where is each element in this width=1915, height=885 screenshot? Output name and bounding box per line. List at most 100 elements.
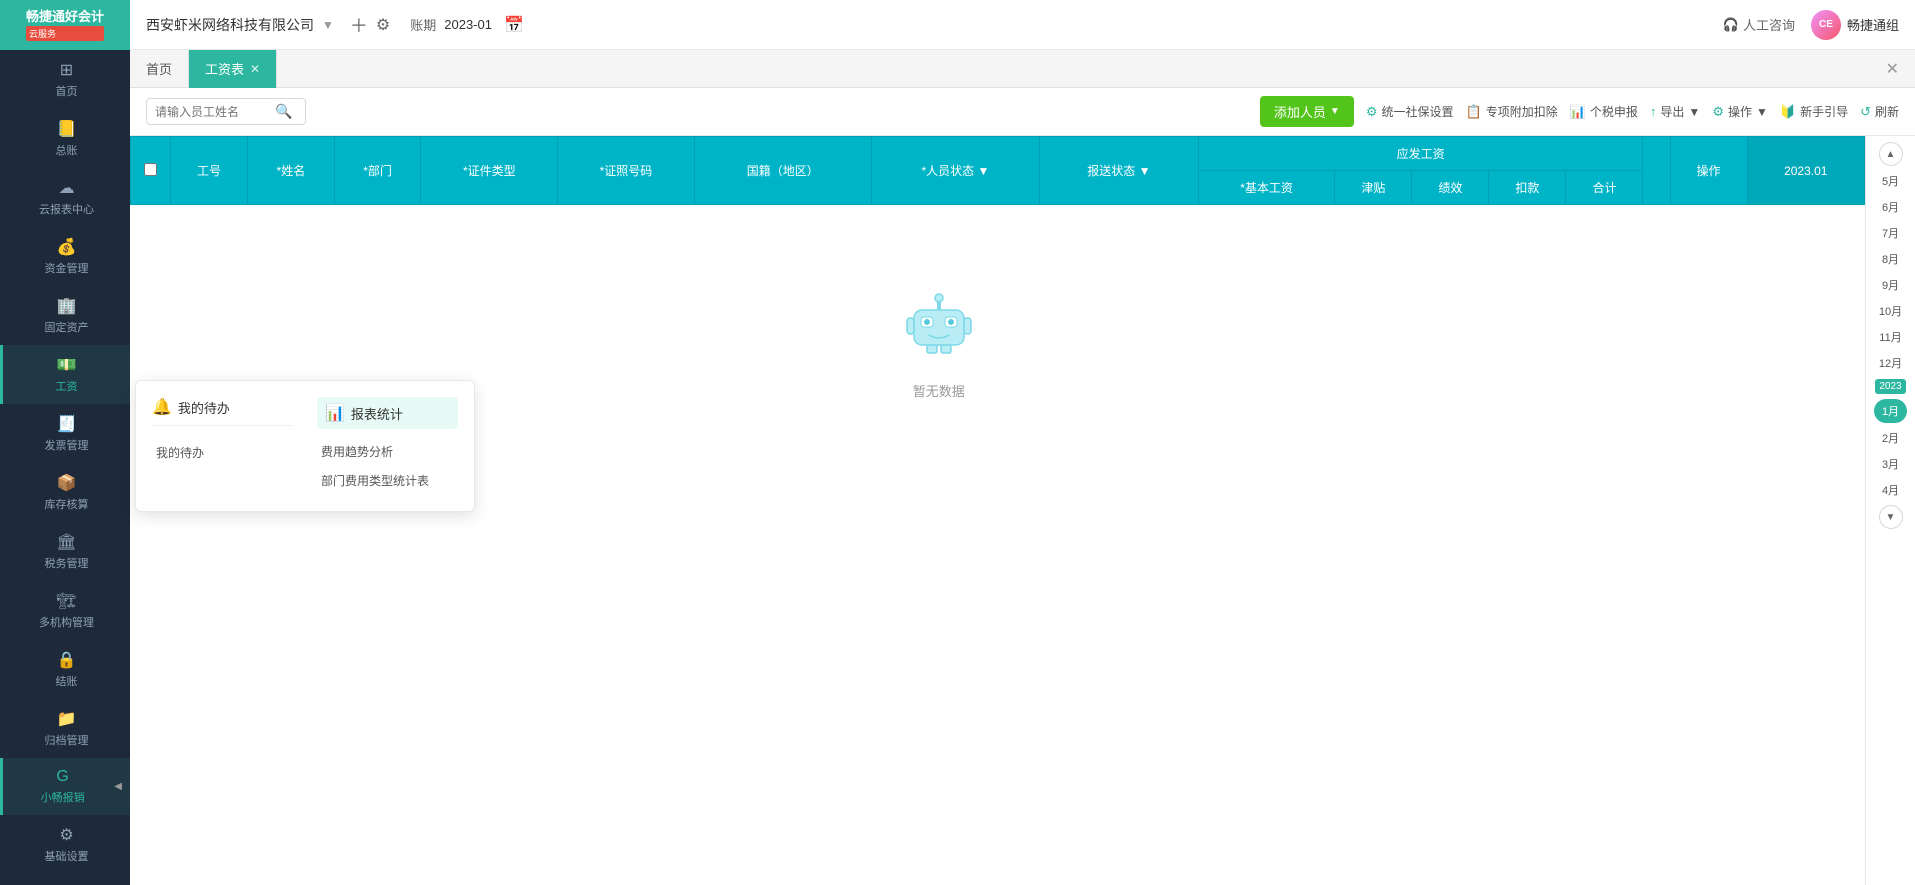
month-item-11[interactable]: 11月 (1866, 324, 1915, 350)
month-item-12[interactable]: 12月 (1866, 350, 1915, 376)
company-settings-button[interactable]: ⚙ (376, 15, 390, 35)
month-nav-up-button[interactable]: ▲ (1879, 142, 1903, 166)
xiaochang-popup: 🔔 我的待办 我的待办 📊 报表统计 费用趋势分析 部门费用类型统计表 (135, 380, 475, 512)
multi-org-icon: 🏗 (56, 591, 76, 611)
operation-action[interactable]: ⚙ 操作 ▼ (1712, 103, 1768, 120)
tab-home[interactable]: 首页 (130, 50, 189, 88)
dept-expense-item[interactable]: 部门费用类型统计表 (317, 466, 458, 495)
expense-trend-item[interactable]: 费用趋势分析 (317, 437, 458, 466)
salary-icon: 💵 (57, 355, 77, 375)
select-all-checkbox[interactable] (144, 163, 157, 176)
guide-action-icon: 🔰 (1780, 104, 1796, 120)
special-deduct-action[interactable]: 📋 专项附加扣除 (1466, 103, 1558, 120)
sidebar-item-basic-settings[interactable]: ⚙ 基础设置 (0, 815, 130, 874)
sidebar-item-salary[interactable]: 💵 工资 (0, 345, 130, 404)
report-status-header: 报送状态 ▼ (1040, 137, 1199, 205)
month-col-header: 2023.01 (1747, 137, 1864, 205)
month-nav-down-button[interactable]: ▼ (1879, 505, 1903, 529)
sidebar-item-cloud-report[interactable]: ☁ 云报表中心 (0, 168, 130, 227)
refresh-label: 刷新 (1875, 103, 1899, 120)
special-deduct-icon: 📋 (1466, 104, 1482, 120)
popup-right-header: 📊 报表统计 (317, 397, 458, 429)
export-dropdown-icon: ▼ (1688, 105, 1700, 119)
cloud-icon: ☁ (59, 178, 75, 198)
tab-salary[interactable]: 工资表 ✕ (189, 50, 277, 88)
month-item-9[interactable]: 9月 (1866, 272, 1915, 298)
tax-report-action[interactable]: 📊 个税申报 (1570, 103, 1638, 120)
tax-report-icon: 📊 (1570, 104, 1586, 120)
month-sidebar: ▲ 5月 6月 7月 8月 9月 10月 11月 12月 2023 1月 2月 … (1865, 136, 1915, 885)
month-item-1-active[interactable]: 1月 (1874, 399, 1907, 423)
deduct-subheader: 扣款 (1489, 171, 1566, 205)
export-label: 导出 (1660, 103, 1684, 120)
sidebar-item-ledger[interactable]: 📒 总账 (0, 109, 130, 168)
report-icon: 📊 (325, 403, 345, 423)
search-button[interactable]: 🔍 (275, 103, 292, 120)
status-header: *人员状态 ▼ (871, 137, 1039, 205)
closing-icon: 🔒 (57, 650, 77, 670)
top-bar-right: 🎧 人工咨询 CE 畅捷通组 (1723, 10, 1899, 40)
sidebar-item-fixed-assets[interactable]: 🏢 固定资产 (0, 286, 130, 345)
add-company-button[interactable]: ＋ (350, 12, 368, 38)
tab-salary-label: 工资表 (205, 59, 244, 78)
refresh-action[interactable]: ↺ 刷新 (1860, 103, 1899, 120)
social-security-action[interactable]: ⚙ 统一社保设置 (1366, 103, 1454, 120)
sidebar-item-tax[interactable]: 🏛 税务管理 (0, 522, 130, 581)
sidebar-item-label: 发票管理 (45, 437, 89, 453)
month-item-10[interactable]: 10月 (1866, 298, 1915, 324)
operation-icon: ⚙ (1712, 104, 1724, 120)
service-button[interactable]: 🎧 人工咨询 (1723, 15, 1795, 34)
user-info[interactable]: CE 畅捷通组 (1811, 10, 1899, 40)
sidebar-item-closing[interactable]: 🔒 结账 (0, 640, 130, 699)
add-person-button[interactable]: 添加人员 ▼ (1260, 96, 1354, 127)
month-item-3[interactable]: 3月 (1866, 451, 1915, 477)
sidebar-item-fund[interactable]: 💰 资金管理 (0, 227, 130, 286)
dept-header: *部门 (334, 137, 421, 205)
special-deduct-label: 专项附加扣除 (1486, 103, 1558, 120)
month-item-7[interactable]: 7月 (1866, 220, 1915, 246)
company-name: 西安虾米网络科技有限公司 (146, 15, 314, 35)
sidebar-item-multi-org[interactable]: 🏗 多机构管理 (0, 581, 130, 640)
sidebar-item-invoice[interactable]: 🧾 发票管理 (0, 404, 130, 463)
tab-close-icon[interactable]: ✕ (250, 62, 260, 76)
sidebar-item-label: 多机构管理 (39, 614, 94, 630)
period-value: 2023-01 (444, 17, 492, 32)
checkbox-column-header[interactable] (131, 137, 171, 205)
social-security-icon: ⚙ (1366, 104, 1378, 120)
sidebar-item-label: 税务管理 (45, 555, 89, 571)
xiaochang-icon: G (56, 768, 68, 786)
avatar: CE (1811, 10, 1841, 40)
sidebar: 畅捷通好会计 云服务 ⊞ 首页 📒 总账 ☁ 云报表中心 💰 资金管理 🏢 固定… (0, 0, 130, 885)
fund-icon: 💰 (57, 237, 77, 257)
sidebar-item-home[interactable]: ⊞ 首页 (0, 50, 130, 109)
month-item-6[interactable]: 6月 (1866, 194, 1915, 220)
expand-arrow-icon: ◀ (114, 781, 122, 792)
top-bar-left: 西安虾米网络科技有限公司 ▼ ＋ ⚙ 账期 2023-01 📅 (146, 12, 524, 38)
month-col-value: 2023.01 (1784, 164, 1827, 178)
user-name: 畅捷通组 (1847, 15, 1899, 34)
sidebar-item-xiaochang[interactable]: G 小畅报销 ◀ (0, 758, 130, 815)
export-action[interactable]: ↑ 导出 ▼ (1650, 103, 1700, 120)
month-item-5[interactable]: 5月 (1866, 168, 1915, 194)
my-todo-item[interactable]: 我的待办 (152, 438, 293, 467)
guide-action[interactable]: 🔰 新手引导 (1780, 103, 1848, 120)
sidebar-item-label: 基础设置 (45, 848, 89, 864)
nationality-header: 国籍（地区） (694, 137, 871, 205)
popup-left-title: 我的待办 (178, 398, 230, 417)
salary-group-header: 应发工资 (1198, 137, 1643, 171)
company-dropdown-icon[interactable]: ▼ (322, 18, 334, 32)
add-person-dropdown-icon: ▼ (1330, 106, 1340, 117)
calendar-icon[interactable]: 📅 (504, 15, 524, 35)
tab-bar-close-button[interactable]: ✕ (1878, 59, 1907, 79)
sidebar-item-archive[interactable]: 📁 归档管理 (0, 699, 130, 758)
sidebar-item-guide[interactable]: ▶ 新手引导 (0, 874, 130, 885)
popup-right-column: 📊 报表统计 费用趋势分析 部门费用类型统计表 (317, 397, 458, 495)
month-item-4[interactable]: 4月 (1866, 477, 1915, 503)
service-label: 人工咨询 (1743, 15, 1795, 34)
cert-no-header: *证照号码 (558, 137, 695, 205)
search-input[interactable] (155, 105, 275, 119)
month-item-2[interactable]: 2月 (1866, 425, 1915, 451)
sidebar-item-inventory[interactable]: 📦 库存核算 (0, 463, 130, 522)
month-item-8[interactable]: 8月 (1866, 246, 1915, 272)
inventory-icon: 📦 (57, 473, 77, 493)
